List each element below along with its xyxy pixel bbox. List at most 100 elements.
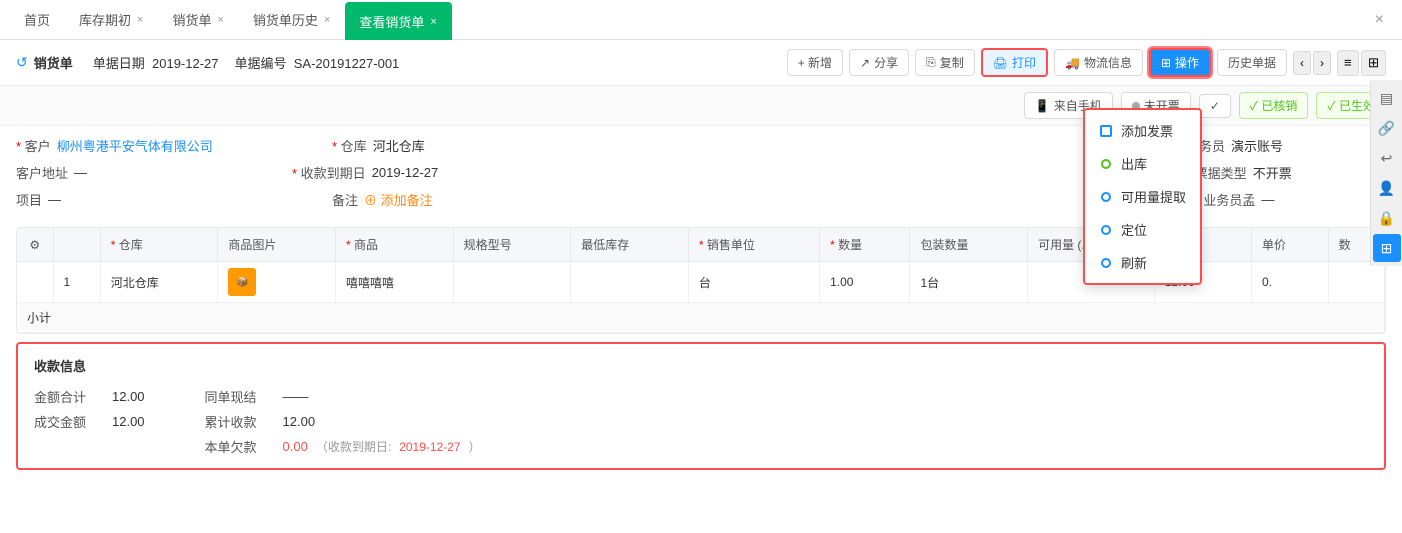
sidebar-icon-2[interactable]: 🔗 <box>1373 114 1401 142</box>
col-sale-unit: * 销售单位 <box>688 228 819 262</box>
tab-sales[interactable]: 销货单 × <box>158 0 238 39</box>
logistics-icon: 🚚 <box>1065 56 1080 70</box>
list-view-button[interactable]: ≡ <box>1337 50 1359 76</box>
available-qty-icon <box>1099 190 1113 204</box>
print-icon: 🖨 <box>993 56 1008 70</box>
cell-qty: 1.00 <box>820 262 910 303</box>
staff-sale-value: — <box>1261 192 1274 207</box>
operate-button[interactable]: ⊞ 操作 <box>1149 48 1211 77</box>
share-button[interactable]: ↗ 分享 <box>849 49 909 76</box>
confirmed-status[interactable]: ✓ 已核销 <box>1239 92 1309 119</box>
remark-label: 备注 <box>332 190 358 209</box>
window-close-button[interactable]: × <box>1367 11 1392 28</box>
cell-spec <box>453 262 571 303</box>
cell-sale-unit: 台 <box>688 262 819 303</box>
nav-arrows: ‹ › <box>1293 51 1331 75</box>
ticket-type-value: 不开票 <box>1253 163 1292 182</box>
customer-value[interactable]: 柳州粤港平安气体有限公司 <box>57 136 213 155</box>
share-icon: ↗ <box>860 56 870 70</box>
check-effect-icon: ✓ <box>1327 99 1335 113</box>
prev-button[interactable]: ‹ <box>1293 51 1311 75</box>
payment-info-panel: 收款信息 金额合计 12.00 成交金额 12.00 同单现结 —— <box>16 342 1386 470</box>
tab-bar-right: × <box>1367 11 1392 29</box>
tab-inventory-close[interactable]: × <box>137 14 143 26</box>
locate-icon <box>1099 223 1113 237</box>
cumulative-payment-key: 累计收款 <box>205 412 275 431</box>
col-min-stock: 最低库存 <box>571 228 689 262</box>
dropdown-available-qty[interactable]: 可用量提取 <box>1085 180 1200 213</box>
next-button[interactable]: › <box>1313 51 1331 75</box>
warehouse-label: 仓库 <box>332 136 367 155</box>
remark-field: 备注 ⊕ 添加备注 <box>332 190 532 209</box>
cell-min-stock <box>571 262 689 303</box>
grid-view-button[interactable]: ⊞ <box>1361 50 1386 76</box>
total-amount-key: 金额合计 <box>34 387 104 406</box>
panel-rows: 金额合计 12.00 成交金额 12.00 同单现结 —— 累计收款 <box>34 387 1368 456</box>
cell-num: 1 <box>53 262 100 303</box>
history-button[interactable]: 历史单据 <box>1217 49 1287 76</box>
print-button[interactable]: 🖨 打印 <box>981 48 1048 77</box>
sidebar-icon-6[interactable]: ⊞ <box>1373 234 1401 262</box>
col-spec: 规格型号 <box>453 228 571 262</box>
address-field: 客户地址 — <box>16 163 216 182</box>
warehouse-value: 河北仓库 <box>373 136 425 155</box>
doc-number-field: 单据编号 SA-20191227-001 <box>235 53 400 72</box>
col-product: * 商品 <box>335 228 453 262</box>
add-invoice-label: 添加发票 <box>1121 121 1173 140</box>
deal-amount-val: 12.00 <box>112 414 145 429</box>
col-gear: ⚙ <box>17 228 53 262</box>
same-order-settle-item: 同单现结 —— <box>205 387 481 406</box>
sidebar-icon-5[interactable]: 🔒 <box>1373 204 1401 232</box>
view-toggle: ≡ ⊞ <box>1337 50 1386 76</box>
dropdown-refresh[interactable]: 刷新 <box>1085 246 1200 279</box>
sidebar-icon-1[interactable]: ▤ <box>1373 84 1401 112</box>
tab-view-sales[interactable]: 查看销货单 × <box>345 2 451 41</box>
dropdown-outbound[interactable]: 出库 <box>1085 147 1200 180</box>
copy-button[interactable]: ⎘ 复制 <box>915 49 975 76</box>
add-remark-button[interactable]: ⊕ 添加备注 <box>364 190 433 209</box>
col-qty: * 数量 <box>820 228 910 262</box>
sidebar-icon-3[interactable]: ↩ <box>1373 144 1401 172</box>
order-debt-paren: ） <box>469 438 481 455</box>
doc-type-icon: ↺ <box>16 54 28 71</box>
add-invoice-icon <box>1099 124 1113 138</box>
pay-date-label: 收款到期日 <box>292 163 366 182</box>
sidebar-icon-4[interactable]: 👤 <box>1373 174 1401 202</box>
order-debt-extra: （收款到期日: <box>316 438 391 455</box>
same-order-settle-val: —— <box>283 389 309 404</box>
refresh-label: 刷新 <box>1121 253 1147 272</box>
copy-icon: ⎘ <box>926 55 936 70</box>
check-icon-button[interactable]: ✓ <box>1199 94 1231 118</box>
order-debt-item: 本单欠款 0.00 （收款到期日: 2019-12-27 ） <box>205 437 481 456</box>
staff-value: 演示账号 <box>1231 136 1283 155</box>
tab-sales-history-close[interactable]: × <box>324 14 330 26</box>
deal-amount-item: 成交金额 12.00 <box>34 412 145 431</box>
panel-col-2: 同单现结 —— 累计收款 12.00 本单欠款 0.00 （收款到期日: 201… <box>205 387 481 456</box>
panel-title: 收款信息 <box>34 356 1368 375</box>
address-label: 客户地址 <box>16 163 68 182</box>
tab-sales-close[interactable]: × <box>217 14 223 26</box>
outbound-icon <box>1099 157 1113 171</box>
right-sidebar: ▤ 🔗 ↩ 👤 🔒 ⊞ <box>1370 80 1402 266</box>
outbound-label: 出库 <box>1121 154 1147 173</box>
main-content: ↺ 销货单 单据日期 2019-12-27 单据编号 SA-20191227-0… <box>0 40 1402 533</box>
tab-inventory[interactable]: 库存期初 × <box>65 0 158 39</box>
logistics-button[interactable]: 🚚 物流信息 <box>1054 49 1143 76</box>
ticket-type-field: 票据类型 不开票 <box>1186 163 1386 182</box>
same-order-settle-key: 同单现结 <box>205 387 275 406</box>
doc-title: ↺ 销货单 <box>16 53 73 72</box>
available-qty-label: 可用量提取 <box>1121 187 1186 206</box>
doc-date-field: 单据日期 2019-12-27 <box>93 53 219 72</box>
project-field: 项目 — <box>16 190 216 209</box>
dropdown-add-invoice[interactable]: 添加发票 <box>1085 114 1200 147</box>
cumulative-payment-val: 12.00 <box>283 414 316 429</box>
doc-header: ↺ 销货单 单据日期 2019-12-27 单据编号 SA-20191227-0… <box>0 40 1402 86</box>
tab-home[interactable]: 首页 <box>10 0 65 39</box>
add-button[interactable]: + 新增 <box>787 49 843 76</box>
tab-view-sales-close[interactable]: × <box>430 16 436 28</box>
subtotal-row: 小计 <box>17 303 1385 333</box>
tab-sales-history[interactable]: 销货单历史 × <box>239 0 345 39</box>
order-debt-date: 2019-12-27 <box>399 440 460 454</box>
total-amount-val: 12.00 <box>112 389 145 404</box>
dropdown-locate[interactable]: 定位 <box>1085 213 1200 246</box>
